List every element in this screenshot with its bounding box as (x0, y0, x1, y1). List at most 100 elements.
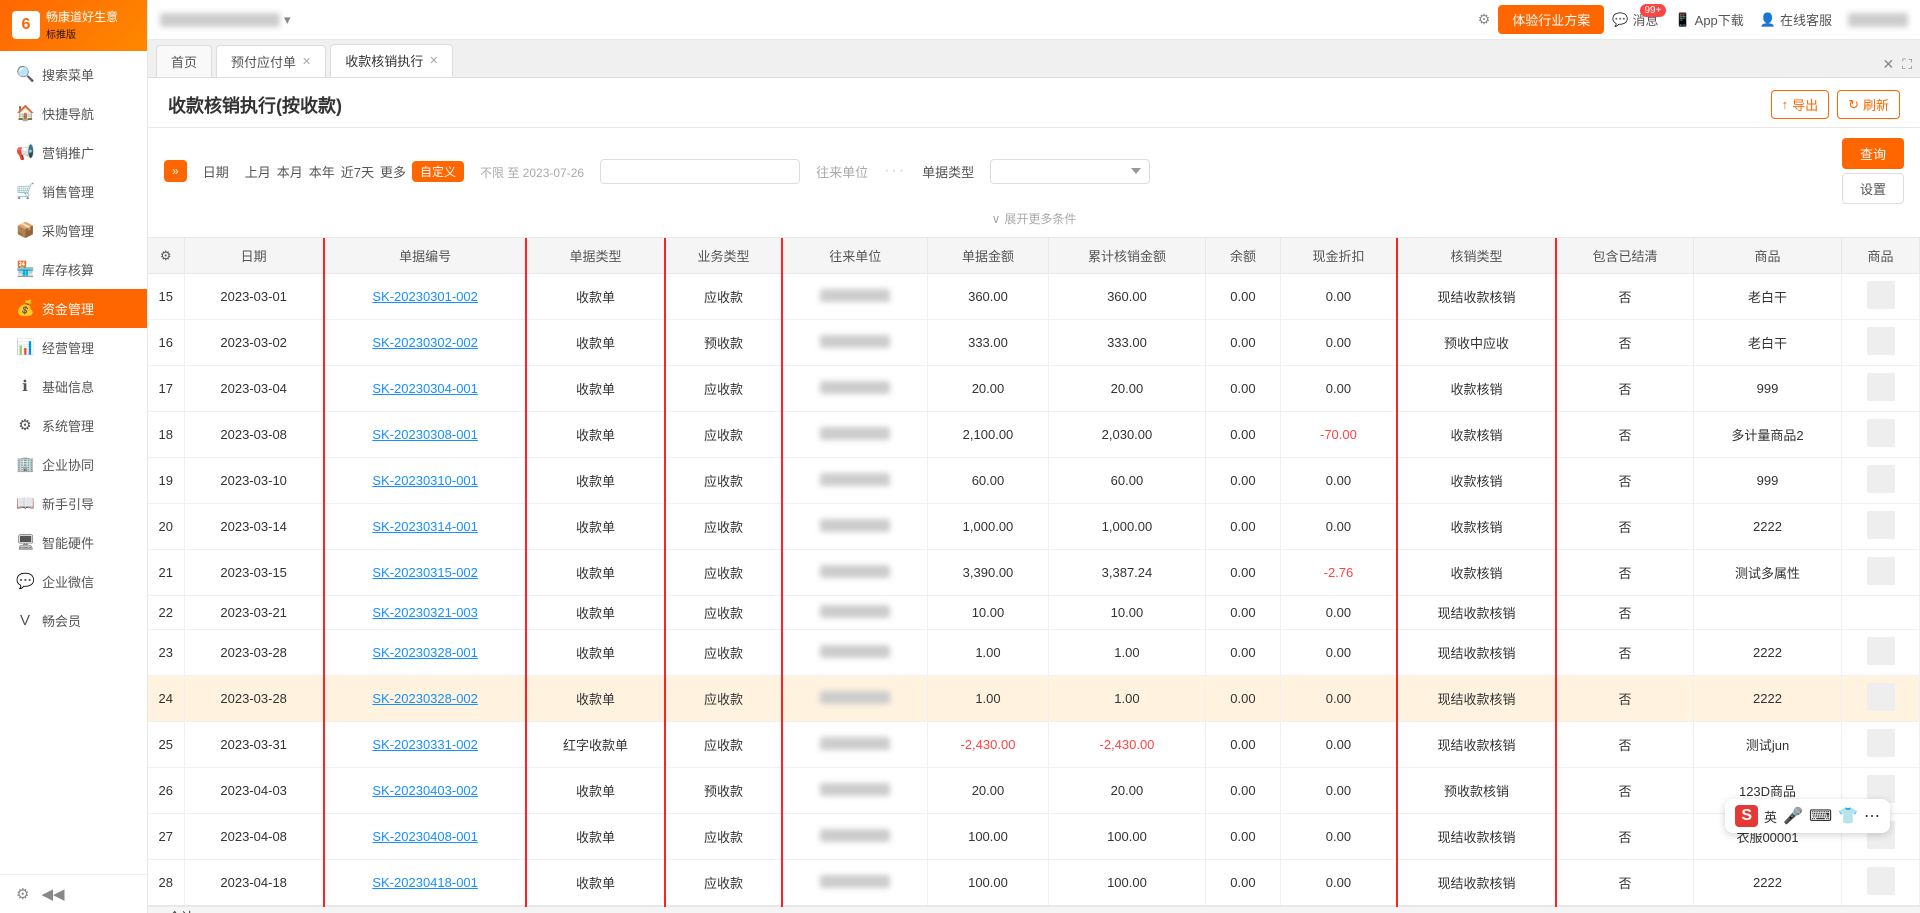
row-bill-no[interactable]: SK-20230314-001 (324, 504, 527, 550)
type-select[interactable] (990, 159, 1150, 184)
more-icon[interactable]: ⋯ (1864, 806, 1880, 826)
filter-settings-btn[interactable]: 设置 (1842, 173, 1904, 204)
sidebar-item-inventory[interactable]: 🏪库存核算 (0, 250, 147, 289)
row-discount: -2.76 (1280, 550, 1397, 596)
mobile-icon: 📱 (1674, 12, 1690, 28)
row-bill-type: 收款单 (526, 596, 664, 630)
expand-tab-icon[interactable]: ⛶ (1902, 56, 1912, 73)
row-bill-no[interactable]: SK-20230321-003 (324, 596, 527, 630)
row-included: 否 (1556, 768, 1693, 814)
row-cancel-type: 现结收款核销 (1397, 630, 1556, 676)
sidebar-item-member[interactable]: V畅会员 (0, 601, 147, 640)
tab-prepay[interactable]: 预付应付单 ✕ (216, 45, 326, 77)
row-included: 否 (1556, 458, 1693, 504)
filter-expand-btn[interactable]: » (164, 160, 187, 182)
sidebar-item-search[interactable]: 🔍搜索菜单 (0, 55, 147, 94)
gear-icon[interactable]: ⚙ (1478, 11, 1491, 28)
sidebar-item-corp[interactable]: 🏢企业协同 (0, 445, 147, 484)
row-goods-img (1842, 860, 1920, 907)
breadcrumb-dropdown-icon[interactable]: ▾ (284, 12, 291, 28)
row-balance: 0.00 (1206, 860, 1281, 907)
export-btn[interactable]: ↑ 导出 (1771, 90, 1830, 119)
sidebar-item-operation[interactable]: 📊经营管理 (0, 328, 147, 367)
row-goods-img (1842, 320, 1920, 366)
sidebar-item-marketing[interactable]: 📢营销推广 (0, 133, 147, 172)
message-btn[interactable]: 💬 消息 99+ (1612, 10, 1658, 29)
tab-home[interactable]: 首页 (156, 45, 212, 77)
collapse-icon[interactable]: ◀◀ (41, 885, 64, 903)
row-no: 18 (148, 412, 184, 458)
row-bill-no[interactable]: SK-20230328-002 (324, 676, 527, 722)
table-container[interactable]: ⚙ 日期 单据编号 单据类型 业务类型 往来单位 单据金额 累计核销金额 余额 … (148, 238, 1920, 913)
row-balance: 0.00 (1206, 550, 1281, 596)
unit-input[interactable] (600, 159, 800, 184)
date-more[interactable]: 更多 (380, 162, 406, 181)
row-goods-img (1842, 722, 1920, 768)
tshirt-icon[interactable]: 👕 (1838, 806, 1858, 826)
table-row: 28 2023-04-18 SK-20230418-001 收款单 应收款 10… (148, 860, 1920, 907)
sidebar-item-purchase[interactable]: 📦采购管理 (0, 211, 147, 250)
table-row: 23 2023-03-28 SK-20230328-001 收款单 应收款 1.… (148, 630, 1920, 676)
row-no: 17 (148, 366, 184, 412)
row-biz-type: 应收款 (665, 504, 783, 550)
row-biz-type: 应收款 (665, 860, 783, 907)
sidebar-item-wechat[interactable]: 💬企业微信 (0, 562, 147, 601)
table-row: 17 2023-03-04 SK-20230304-001 收款单 应收款 20… (148, 366, 1920, 412)
row-no: 15 (148, 274, 184, 320)
sidebar-item-hardware[interactable]: 🖥智能硬件 (0, 523, 147, 562)
row-bill-no[interactable]: SK-20230403-002 (324, 768, 527, 814)
sidebar-item-sales[interactable]: 🛒销售管理 (0, 172, 147, 211)
row-biz-type: 应收款 (665, 596, 783, 630)
row-bill-no[interactable]: SK-20230304-001 (324, 366, 527, 412)
row-amount: 1.00 (928, 676, 1049, 722)
refresh-btn[interactable]: ↻ 刷新 (1837, 90, 1900, 119)
keyboard-icon[interactable]: ⌨ (1809, 806, 1832, 826)
date-custom-btn[interactable]: 自定义 (412, 161, 464, 182)
sales-icon: 🛒 (16, 182, 34, 200)
row-goods-img (1842, 504, 1920, 550)
sidebar-item-basic[interactable]: ℹ基础信息 (0, 367, 147, 406)
trial-btn[interactable]: 体验行业方案 (1498, 5, 1604, 34)
date-7days[interactable]: 近7天 (341, 162, 374, 181)
sidebar-item-finance[interactable]: 💰资金管理 (0, 289, 147, 328)
col-discount: 现金折扣 (1280, 238, 1397, 274)
date-this-month[interactable]: 本月 (277, 162, 303, 181)
row-bill-no[interactable]: SK-20230331-002 (324, 722, 527, 768)
row-date: 2023-03-08 (184, 412, 324, 458)
date-last-month[interactable]: 上月 (245, 162, 271, 181)
sidebar-item-guide[interactable]: 📖新手引导 (0, 484, 147, 523)
row-no: 19 (148, 458, 184, 504)
row-bill-no[interactable]: SK-20230408-001 (324, 814, 527, 860)
tab-collect[interactable]: 收款核销执行 ✕ (330, 44, 453, 77)
row-date: 2023-03-31 (184, 722, 324, 768)
row-bill-no[interactable]: SK-20230315-002 (324, 550, 527, 596)
row-bill-no[interactable]: SK-20230328-001 (324, 630, 527, 676)
sidebar-item-system[interactable]: ⚙系统管理 (0, 406, 147, 445)
app-download-btn[interactable]: 📱 App下载 (1674, 10, 1743, 29)
online-service-btn[interactable]: 👤 在线客服 (1760, 10, 1832, 29)
sidebar-item-quicknav[interactable]: 🏠快捷导航 (0, 94, 147, 133)
expand-more-btn[interactable]: ∨ 展开更多条件 (992, 210, 1077, 227)
date-this-year[interactable]: 本年 (309, 162, 335, 181)
settings-bottom-icon[interactable]: ⚙ (16, 885, 29, 903)
row-unit (782, 814, 927, 860)
system-icon: ⚙ (16, 416, 34, 434)
row-balance: 0.00 (1206, 596, 1281, 630)
row-date: 2023-04-08 (184, 814, 324, 860)
row-bill-no[interactable]: SK-20230301-002 (324, 274, 527, 320)
row-balance: 0.00 (1206, 320, 1281, 366)
row-bill-no[interactable]: SK-20230302-002 (324, 320, 527, 366)
message-badge: 99+ (1640, 4, 1667, 17)
row-bill-type: 收款单 (526, 768, 664, 814)
col-settings[interactable]: ⚙ (148, 238, 184, 274)
query-btn[interactable]: 查询 (1842, 138, 1904, 169)
close-tab-icon[interactable]: ✕ (1882, 56, 1894, 73)
mic-icon[interactable]: 🎤 (1783, 806, 1803, 826)
row-bill-no[interactable]: SK-20230308-001 (324, 412, 527, 458)
row-unit (782, 504, 927, 550)
row-bill-no[interactable]: SK-20230418-001 (324, 860, 527, 907)
row-bill-no[interactable]: SK-20230310-001 (324, 458, 527, 504)
row-cancel-type: 收款核销 (1397, 504, 1556, 550)
tab-collect-close[interactable]: ✕ (429, 54, 438, 67)
tab-prepay-close[interactable]: ✕ (302, 55, 311, 68)
